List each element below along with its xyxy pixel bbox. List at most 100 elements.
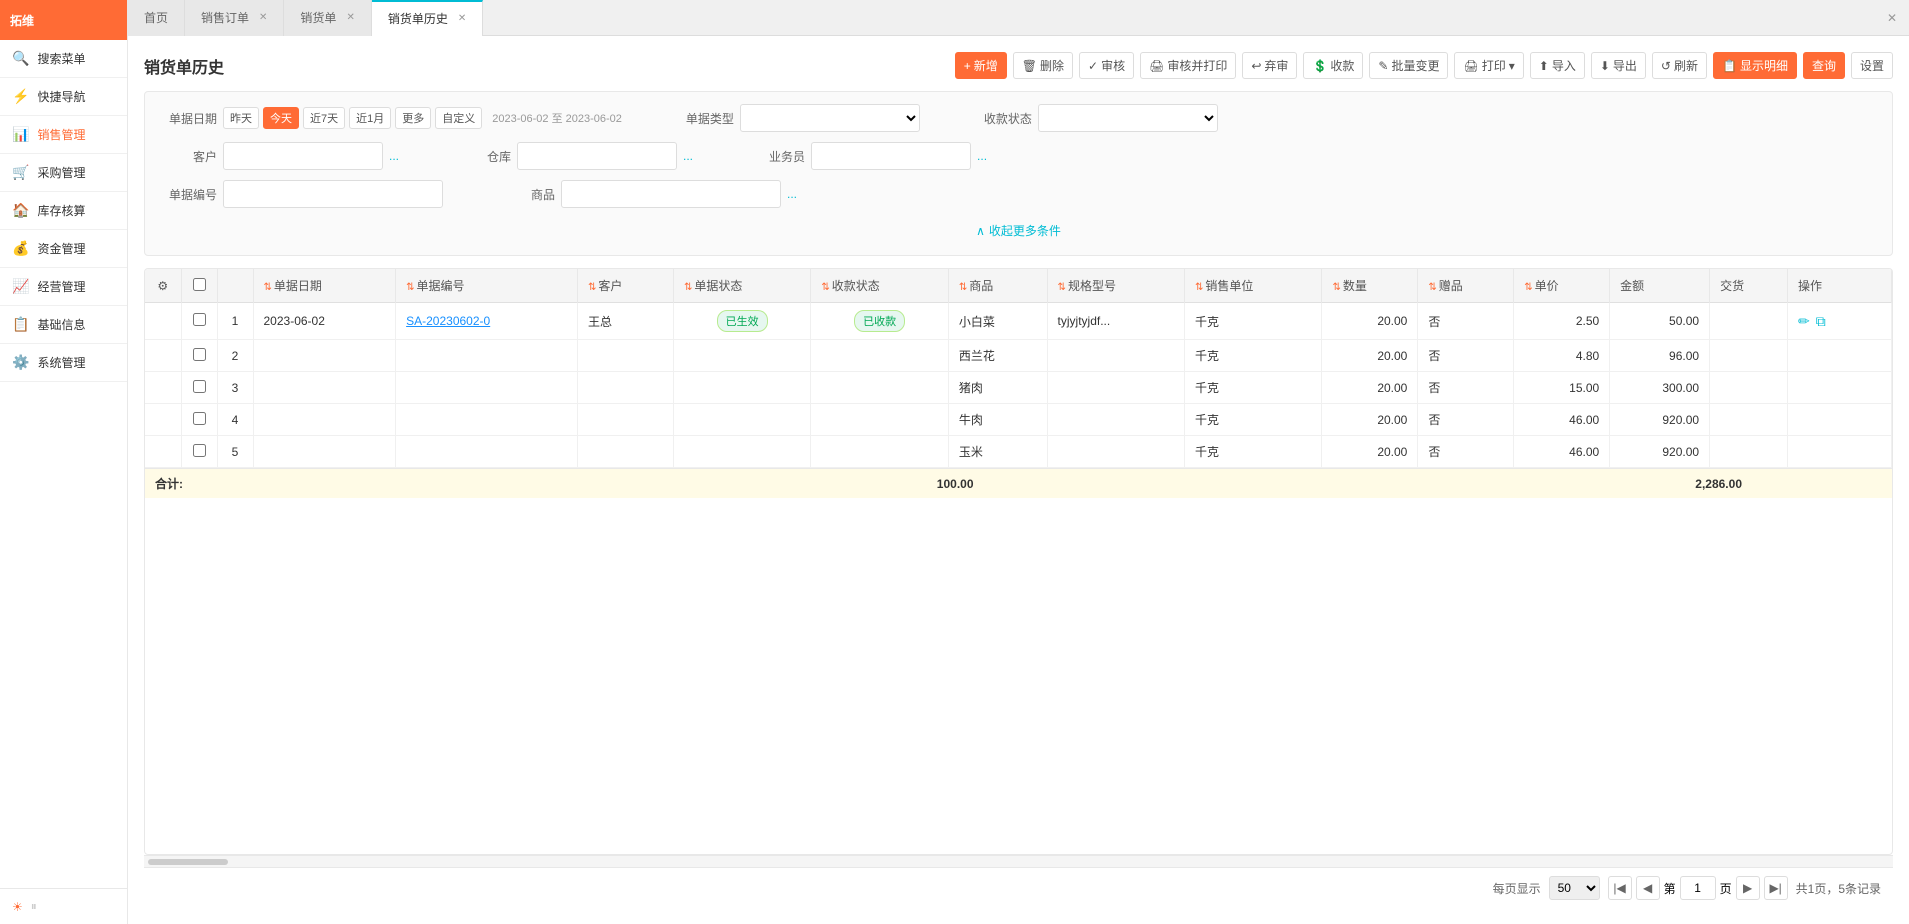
warehouse-more-btn[interactable]: ...: [683, 149, 693, 163]
sidebar-item-search-menu[interactable]: 🔍 搜索菜单: [0, 40, 127, 78]
col-doc-status[interactable]: ⇅单据状态: [673, 269, 810, 303]
row-checkbox[interactable]: [193, 380, 206, 393]
row-doc-status: [673, 340, 810, 372]
prev-page-btn[interactable]: ◀: [1636, 876, 1660, 900]
sidebar-item-basic-info[interactable]: 📋 基础信息: [0, 306, 127, 344]
col-gift[interactable]: ⇅赠品: [1418, 269, 1514, 303]
row-checkbox[interactable]: [193, 313, 206, 326]
print-button[interactable]: 🖨 打印 ▾: [1454, 52, 1523, 79]
audit-button[interactable]: ✓ 审核: [1079, 52, 1134, 79]
abandon-button[interactable]: ↩ 弃审: [1242, 52, 1297, 79]
row-checkbox[interactable]: [193, 412, 206, 425]
warehouse-filter-label: 仓库: [455, 148, 511, 165]
tab-sales-history[interactable]: 销货单历史 ✕: [372, 0, 483, 36]
table-wrapper: ⚙ ⇅单据日期 ⇅单据编号 ⇅客户 ⇅单据状态 ⇅收款状态 ⇅商品 ⇅规格型号 …: [144, 268, 1893, 855]
system-mgmt-icon: ⚙️: [12, 354, 29, 371]
sidebar-bottom-icon2[interactable]: ⏸: [31, 899, 37, 914]
collect-button[interactable]: 💲 收款: [1303, 52, 1363, 79]
query-button[interactable]: 查询: [1803, 52, 1845, 79]
row-checkbox-cell[interactable]: [181, 303, 217, 340]
row-checkbox[interactable]: [193, 444, 206, 457]
row-doc-num[interactable]: [396, 340, 578, 372]
row-unit: 千克: [1185, 303, 1322, 340]
col-customer[interactable]: ⇅客户: [578, 269, 674, 303]
scrollbar-thumb[interactable]: [148, 859, 228, 865]
tab-sales-goods-close[interactable]: ✕: [346, 12, 354, 23]
row-checkbox-cell[interactable]: [181, 436, 217, 468]
import-label: 导入: [1552, 57, 1576, 74]
doc-type-select[interactable]: [740, 104, 920, 132]
row-checkbox-cell[interactable]: [181, 372, 217, 404]
import-button[interactable]: ⬆ 导入: [1530, 52, 1585, 79]
audit-print-button[interactable]: 🖨 审核并打印: [1140, 52, 1236, 79]
show-detail-button[interactable]: 📋 显示明细: [1713, 52, 1797, 79]
sidebar-bottom-icon1[interactable]: ☀: [12, 900, 23, 914]
customer-input[interactable]: [223, 142, 383, 170]
col-settings[interactable]: ⚙: [145, 269, 181, 303]
col-pay-status[interactable]: ⇅收款状态: [811, 269, 948, 303]
row-checkbox-cell[interactable]: [181, 340, 217, 372]
page-size-select[interactable]: 50 100 200: [1549, 876, 1600, 900]
first-page-btn[interactable]: |◀: [1608, 876, 1632, 900]
yesterday-btn[interactable]: 昨天: [223, 107, 259, 129]
batch-change-button[interactable]: ✎ 批量变更: [1369, 52, 1448, 79]
col-doc-num[interactable]: ⇅单据编号: [396, 269, 578, 303]
row-doc-num[interactable]: [396, 436, 578, 468]
copy-icon[interactable]: ⧉: [1816, 313, 1826, 330]
new-button[interactable]: + 新增: [955, 52, 1007, 79]
export-button[interactable]: ⬇ 导出: [1591, 52, 1646, 79]
window-close-btn[interactable]: ✕: [1875, 11, 1909, 25]
sort-icon-doc-date: ⇅: [264, 282, 272, 293]
customer-more-btn[interactable]: ...: [389, 149, 399, 163]
col-unit-price[interactable]: ⇅单价: [1514, 269, 1610, 303]
select-all-checkbox[interactable]: [193, 278, 206, 291]
col-qty[interactable]: ⇅数量: [1322, 269, 1418, 303]
goods-input[interactable]: [561, 180, 781, 208]
week7-btn[interactable]: 近7天: [303, 107, 345, 129]
sidebar-item-inventory-calc[interactable]: 🏠 库存核算: [0, 192, 127, 230]
row-doc-num[interactable]: SA-20230602-0: [396, 303, 578, 340]
today-btn[interactable]: 今天: [263, 107, 299, 129]
row-checkbox[interactable]: [193, 348, 206, 361]
tab-sales-order[interactable]: 销售订单 ✕: [185, 0, 284, 36]
more-btn[interactable]: 更多: [395, 107, 431, 129]
goods-more-btn[interactable]: ...: [787, 187, 797, 201]
sidebar-item-quick-nav[interactable]: ⚡ 快捷导航: [0, 78, 127, 116]
row-doc-num[interactable]: [396, 372, 578, 404]
custom-btn[interactable]: 自定义: [435, 107, 482, 129]
tab-home[interactable]: 首页: [128, 0, 185, 36]
staff-more-btn[interactable]: ...: [977, 149, 987, 163]
tab-sales-goods[interactable]: 销货单 ✕: [284, 0, 371, 36]
row-checkbox-cell[interactable]: [181, 404, 217, 436]
tab-sales-order-close[interactable]: ✕: [259, 12, 267, 23]
sidebar-item-sales-mgmt[interactable]: 📊 销售管理: [0, 116, 127, 154]
page-num-input[interactable]: [1680, 876, 1716, 900]
doc-num-input[interactable]: [223, 180, 443, 208]
sidebar-item-purchase-mgmt[interactable]: 🛒 采购管理: [0, 154, 127, 192]
col-unit[interactable]: ⇅销售单位: [1185, 269, 1322, 303]
settings-button[interactable]: 设置: [1851, 52, 1893, 79]
month1-btn[interactable]: 近1月: [349, 107, 391, 129]
col-checkbox[interactable]: [181, 269, 217, 303]
sidebar-item-system-mgmt[interactable]: ⚙️ 系统管理: [0, 344, 127, 382]
scrollbar-row[interactable]: [144, 855, 1893, 867]
refresh-button[interactable]: ↺ 刷新: [1652, 52, 1707, 79]
col-spec[interactable]: ⇅规格型号: [1047, 269, 1184, 303]
last-page-btn[interactable]: ▶|: [1764, 876, 1788, 900]
filter-customer-item: 客户 ...: [161, 142, 399, 170]
tab-sales-history-close[interactable]: ✕: [458, 13, 466, 24]
staff-input[interactable]: [811, 142, 971, 170]
row-doc-num[interactable]: [396, 404, 578, 436]
col-doc-date[interactable]: ⇅单据日期: [253, 269, 396, 303]
row-trade: [1710, 340, 1788, 372]
sidebar-item-operations-mgmt[interactable]: 📈 经营管理: [0, 268, 127, 306]
next-page-btn[interactable]: ▶: [1736, 876, 1760, 900]
collapse-btn[interactable]: ∧ 收起更多条件: [161, 218, 1876, 243]
edit-icon[interactable]: ✏: [1798, 313, 1810, 330]
row-unit-price: 2.50: [1514, 303, 1610, 340]
warehouse-input[interactable]: [517, 142, 677, 170]
pay-status-select[interactable]: [1038, 104, 1218, 132]
sidebar-item-fund-mgmt[interactable]: 💰 资金管理: [0, 230, 127, 268]
delete-button[interactable]: 🗑 删除: [1013, 52, 1073, 79]
col-goods[interactable]: ⇅商品: [948, 269, 1047, 303]
